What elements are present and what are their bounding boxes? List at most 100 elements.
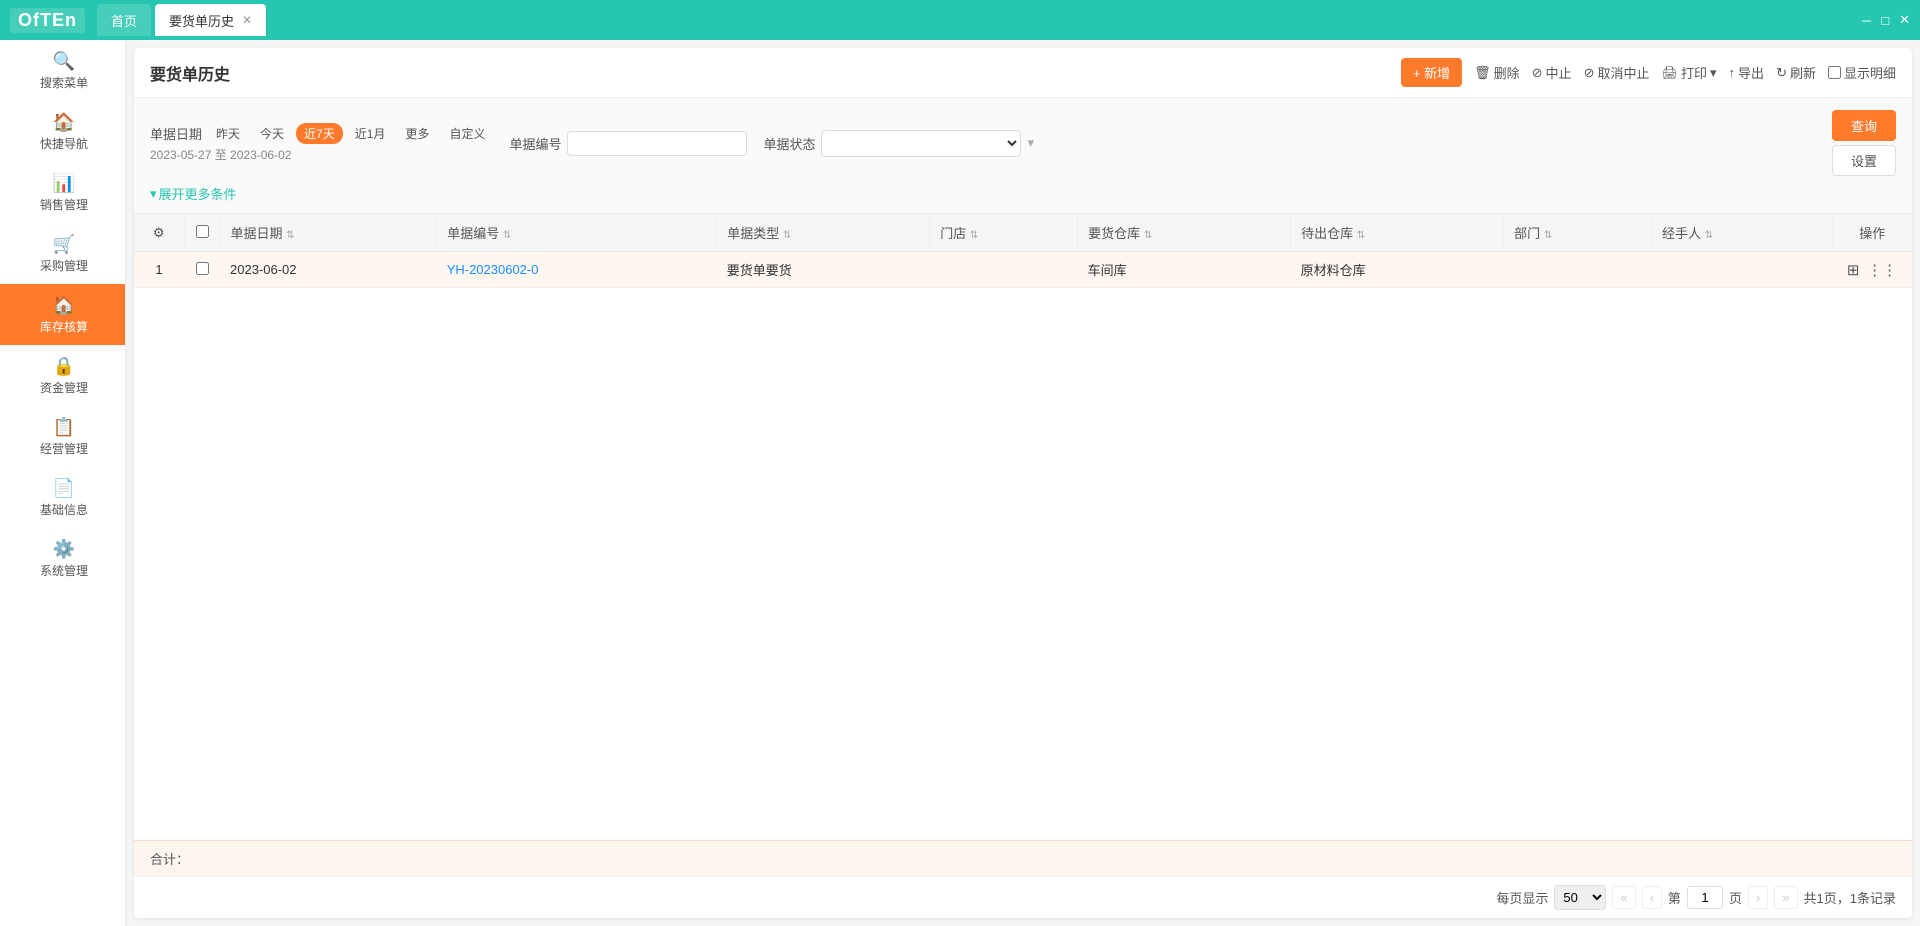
th-doc-type[interactable]: 单据类型 ⇅ bbox=[717, 214, 930, 252]
sidebar-item-search-menu[interactable]: 🔍 搜索菜单 bbox=[0, 40, 125, 101]
table-header-row: ⚙ 单据日期 ⇅ 单据编号 ⇅ 单据类型 bbox=[134, 214, 1912, 252]
doc-status-select[interactable] bbox=[821, 130, 1021, 157]
shortcut-more[interactable]: 更多 bbox=[397, 123, 437, 144]
sort-icon-handler: ⇅ bbox=[1705, 230, 1713, 241]
shortcut-today[interactable]: 今天 bbox=[252, 123, 292, 144]
sidebar-item-inventory-calc[interactable]: 🏠 库存核算 bbox=[0, 284, 125, 345]
doc-no-link[interactable]: YH-20230602-0 bbox=[447, 262, 539, 277]
sort-icon-store: ⇅ bbox=[970, 230, 978, 241]
window-close-btn[interactable]: ✕ bbox=[1899, 12, 1910, 28]
stop-button[interactable]: ⊘ 中止 bbox=[1532, 63, 1572, 82]
stop-icon: ⊘ bbox=[1532, 65, 1543, 81]
cell-doc-date: 2023-06-02 bbox=[220, 252, 437, 288]
th-pending-warehouse[interactable]: 待出仓库 ⇅ bbox=[1291, 214, 1504, 252]
shortcut-last7days[interactable]: 近7天 bbox=[296, 123, 343, 144]
th-doc-no[interactable]: 单据编号 ⇅ bbox=[437, 214, 717, 252]
status-dropdown-icon: ▾ bbox=[1027, 135, 1034, 151]
add-button[interactable]: + 新增 bbox=[1401, 58, 1462, 87]
doc-no-label: 单据编号 bbox=[509, 134, 561, 153]
settings-button[interactable]: 设置 bbox=[1832, 145, 1896, 176]
display-detail-checkbox-wrap[interactable]: 显示明细 bbox=[1828, 63, 1896, 82]
query-button[interactable]: 查询 bbox=[1832, 110, 1896, 141]
sort-icon-doc-no: ⇅ bbox=[503, 230, 511, 241]
print-button[interactable]: 🖨 打印 ▾ bbox=[1661, 63, 1716, 82]
row-checkbox[interactable] bbox=[196, 262, 209, 275]
sort-icon-doc-type: ⇅ bbox=[783, 230, 791, 241]
tab-requisition-history[interactable]: 要货单历史 ✕ bbox=[155, 4, 266, 36]
th-settings[interactable]: ⚙ bbox=[134, 214, 184, 252]
cell-doc-no: YH-20230602-0 bbox=[437, 252, 717, 288]
th-dept[interactable]: 部门 ⇅ bbox=[1504, 214, 1652, 252]
print-icon: 🖨 bbox=[1661, 65, 1678, 81]
inventory-icon: 🏠 bbox=[53, 296, 75, 314]
sidebar-item-quick-nav[interactable]: 🏠 快捷导航 bbox=[0, 101, 125, 162]
date-range-display: 2023-05-27 至 2023-06-02 bbox=[150, 146, 291, 163]
sidebar-item-purchase-mgmt[interactable]: 🛒 采购管理 bbox=[0, 223, 125, 284]
cell-actions: ⊞ ⋮⋮ bbox=[1832, 252, 1912, 288]
display-detail-checkbox[interactable] bbox=[1828, 66, 1841, 79]
th-store[interactable]: 门店 ⇅ bbox=[930, 214, 1078, 252]
first-page-btn[interactable]: « bbox=[1612, 886, 1635, 909]
app-logo: OfTEn bbox=[10, 8, 85, 33]
page-label: 第 bbox=[1668, 888, 1681, 907]
row-checkbox-cell bbox=[184, 252, 220, 288]
cell-handler bbox=[1652, 252, 1833, 288]
shortcut-yesterday[interactable]: 昨天 bbox=[208, 123, 248, 144]
cell-req-warehouse: 车间库 bbox=[1078, 252, 1291, 288]
window-maximize-btn[interactable]: □ bbox=[1881, 13, 1889, 28]
data-table: ⚙ 单据日期 ⇅ 单据编号 ⇅ 单据类型 bbox=[134, 214, 1912, 288]
refresh-icon: ↻ bbox=[1776, 65, 1787, 81]
select-all-checkbox[interactable] bbox=[196, 225, 209, 238]
current-page-input[interactable] bbox=[1687, 886, 1723, 909]
tab-close-icon[interactable]: ✕ bbox=[242, 13, 252, 27]
sort-icon-req-warehouse: ⇅ bbox=[1144, 230, 1152, 241]
lock-icon: 🔒 bbox=[53, 357, 75, 375]
th-actions: 操作 bbox=[1832, 214, 1912, 252]
doc-no-input[interactable] bbox=[567, 131, 747, 156]
shortcut-custom[interactable]: 自定义 bbox=[441, 123, 493, 144]
th-handler[interactable]: 经手人 ⇅ bbox=[1652, 214, 1833, 252]
window-minimize-btn[interactable]: ─ bbox=[1862, 13, 1871, 28]
row-edit-icon[interactable]: ⊞ bbox=[1847, 262, 1860, 279]
toolbar: + 新增 🗑 🗑 删除 删除 ⊘ 中止 ⊘ 取消中止 🖨 打印 ▾ bbox=[1401, 58, 1896, 87]
summary-label: 合计： bbox=[150, 852, 189, 867]
chevron-down-icon: ▾ bbox=[150, 186, 157, 202]
shortcut-last1month[interactable]: 近1月 bbox=[347, 123, 394, 144]
page-suffix: 页 bbox=[1729, 888, 1742, 907]
table-row: 1 2023-06-02 YH-20230602-0 要货单要货 车间库 原材料… bbox=[134, 252, 1912, 288]
per-page-label: 每页显示 bbox=[1496, 888, 1548, 907]
sidebar-item-basic-info[interactable]: 📄 基础信息 bbox=[0, 467, 125, 528]
row-more-icon[interactable]: ⋮⋮ bbox=[1867, 262, 1897, 279]
th-req-warehouse[interactable]: 要货仓库 ⇅ bbox=[1078, 214, 1291, 252]
delete-icon: 🗑 bbox=[1474, 65, 1491, 81]
delete-button[interactable]: 🗑 🗑 删除 删除 bbox=[1474, 63, 1520, 82]
cell-store bbox=[930, 252, 1078, 288]
next-page-btn[interactable]: › bbox=[1748, 886, 1768, 909]
per-page-select[interactable]: 50 10 20 100 bbox=[1554, 885, 1606, 910]
chart-icon: 📊 bbox=[53, 174, 75, 192]
sort-icon-dept: ⇅ bbox=[1544, 230, 1552, 241]
sidebar-item-sales-mgmt[interactable]: 📊 销售管理 bbox=[0, 162, 125, 223]
cell-dept bbox=[1504, 252, 1652, 288]
home-icon: 🏠 bbox=[53, 113, 75, 131]
th-doc-date[interactable]: 单据日期 ⇅ bbox=[220, 214, 437, 252]
sidebar-item-finance-mgmt[interactable]: 🔒 资金管理 bbox=[0, 345, 125, 406]
doc-no-filter-wrap: 单据编号 bbox=[509, 131, 747, 156]
pagination-bar: 每页显示 50 10 20 100 « ‹ 第 页 › » 共1页，1条记录 bbox=[134, 876, 1912, 918]
expand-more-btn[interactable]: ▾ 展开更多条件 bbox=[150, 184, 1896, 203]
tab-home[interactable]: 首页 bbox=[97, 4, 151, 36]
sort-icon-doc-date: ⇅ bbox=[286, 230, 294, 241]
cancel-stop-button[interactable]: ⊘ 取消中止 bbox=[1584, 63, 1650, 82]
doc-icon: 📄 bbox=[53, 479, 75, 497]
row-index: 1 bbox=[134, 252, 184, 288]
export-button[interactable]: ↑ 导出 bbox=[1729, 63, 1765, 82]
page-header: 要货单历史 + 新增 🗑 🗑 删除 删除 ⊘ 中止 ⊘ 取消中止 🖨 bbox=[134, 48, 1912, 98]
prev-page-btn[interactable]: ‹ bbox=[1642, 886, 1662, 909]
filter-row-1: 单据日期 昨天 今天 近7天 近1月 更多 自定义 2023-05-27 至 2… bbox=[150, 110, 1896, 176]
date-filter-label: 单据日期 bbox=[150, 124, 202, 143]
sidebar-item-system-mgmt[interactable]: ⚙️ 系统管理 bbox=[0, 528, 125, 589]
refresh-button[interactable]: ↻ 刷新 bbox=[1776, 63, 1816, 82]
sidebar-item-ops-mgmt[interactable]: 📋 经营管理 bbox=[0, 406, 125, 467]
doc-status-filter-wrap: 单据状态 ▾ bbox=[763, 130, 1816, 157]
last-page-btn[interactable]: » bbox=[1774, 886, 1797, 909]
